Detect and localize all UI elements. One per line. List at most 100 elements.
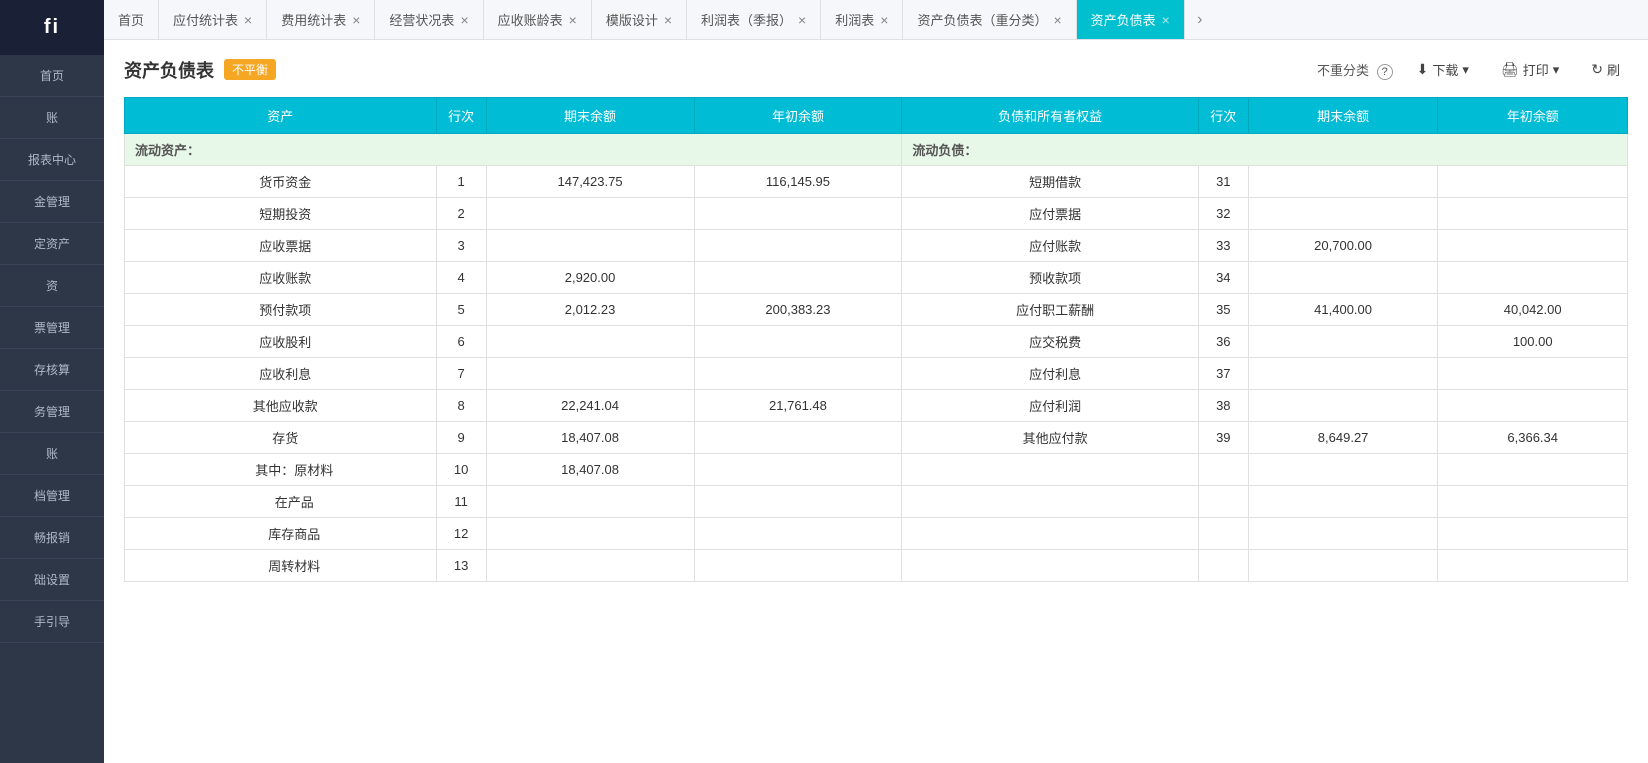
right-end-balance[interactable]: 8,649.27 (1248, 422, 1438, 454)
sidebar-item-tax[interactable]: 务管理 (0, 391, 104, 433)
left-end-balance[interactable] (486, 358, 694, 390)
right-end-balance[interactable]: 41,400.00 (1248, 294, 1438, 326)
tab-close-profit[interactable]: × (880, 12, 888, 28)
left-name-cell[interactable]: 其中：原材料 (125, 454, 437, 486)
tab-balance-reclassify[interactable]: 资产负债表（重分类） × (903, 0, 1076, 40)
sidebar-item-settings[interactable]: 础设置 (0, 559, 104, 601)
right-end-balance[interactable]: 20,700.00 (1248, 230, 1438, 262)
left-end-balance[interactable]: 22,241.04 (486, 390, 694, 422)
tab-payable-stat[interactable]: 应付统计表 × (159, 0, 267, 40)
right-name-cell[interactable]: 应付利润 (902, 390, 1198, 422)
left-name-cell[interactable]: 库存商品 (125, 518, 437, 550)
left-name-cell[interactable]: 其他应收款 (125, 390, 437, 422)
left-name-cell[interactable]: 应收账款 (125, 262, 437, 294)
left-name-cell[interactable]: 存货 (125, 422, 437, 454)
left-begin-balance[interactable] (694, 486, 902, 518)
right-begin-balance[interactable]: 6,366.34 (1438, 422, 1628, 454)
tab-expense-stat[interactable]: 费用统计表 × (267, 0, 375, 40)
left-begin-balance[interactable] (694, 422, 902, 454)
right-begin-balance[interactable] (1438, 390, 1628, 422)
sidebar-item-guide[interactable]: 手引导 (0, 601, 104, 643)
download-btn[interactable]: ⬇ 下载 ▾ (1409, 56, 1477, 83)
tab-template[interactable]: 模版设计 × (592, 0, 687, 40)
sidebar-item-home[interactable]: 首页 (0, 55, 104, 97)
right-name-cell[interactable] (902, 454, 1198, 486)
right-name-cell[interactable] (902, 518, 1198, 550)
left-end-balance[interactable]: 2,920.00 (486, 262, 694, 294)
left-end-balance[interactable]: 18,407.08 (486, 454, 694, 486)
right-begin-balance[interactable] (1438, 454, 1628, 486)
left-end-balance[interactable]: 147,423.75 (486, 166, 694, 198)
right-end-balance[interactable] (1248, 486, 1438, 518)
sidebar-item-ledger[interactable]: 账 (0, 97, 104, 139)
right-end-balance[interactable] (1248, 166, 1438, 198)
left-begin-balance[interactable] (694, 518, 902, 550)
refresh-btn[interactable]: ↻ 刷 (1583, 56, 1628, 83)
sidebar-item-fixed-assets[interactable]: 定资产 (0, 223, 104, 265)
right-name-cell[interactable] (902, 486, 1198, 518)
right-name-cell[interactable]: 应交税费 (902, 326, 1198, 358)
tab-profit-quarterly[interactable]: 利润表（季报） × (687, 0, 821, 40)
left-begin-balance[interactable] (694, 550, 902, 582)
left-begin-balance[interactable] (694, 454, 902, 486)
left-name-cell[interactable]: 预付款项 (125, 294, 437, 326)
right-begin-balance[interactable] (1438, 486, 1628, 518)
right-end-balance[interactable] (1248, 454, 1438, 486)
tab-close-balance[interactable]: × (1162, 12, 1170, 28)
left-name-cell[interactable]: 在产品 (125, 486, 437, 518)
tab-close-receivable-age[interactable]: × (569, 12, 577, 28)
left-end-balance[interactable]: 18,407.08 (486, 422, 694, 454)
left-begin-balance[interactable] (694, 262, 902, 294)
no-classify-btn[interactable]: 不重分类 ? (1317, 60, 1393, 80)
right-name-cell[interactable]: 预收款项 (902, 262, 1198, 294)
sidebar-item-expense[interactable]: 畅报销 (0, 517, 104, 559)
right-end-balance[interactable] (1248, 262, 1438, 294)
tab-close-payable-stat[interactable]: × (244, 12, 252, 28)
print-btn[interactable]: 🖨 打印 ▾ (1493, 56, 1567, 83)
right-begin-balance[interactable] (1438, 230, 1628, 262)
right-name-cell[interactable]: 其他应付款 (902, 422, 1198, 454)
right-name-cell[interactable]: 短期借款 (902, 166, 1198, 198)
right-name-cell[interactable]: 应付职工薪酬 (902, 294, 1198, 326)
sidebar-item-report-center[interactable]: 报表中心 (0, 139, 104, 181)
right-begin-balance[interactable]: 100.00 (1438, 326, 1628, 358)
left-begin-balance[interactable]: 21,761.48 (694, 390, 902, 422)
left-name-cell[interactable]: 应收股利 (125, 326, 437, 358)
sidebar-item-inventory[interactable]: 存核算 (0, 349, 104, 391)
left-begin-balance[interactable] (694, 230, 902, 262)
tab-operation[interactable]: 经营状况表 × (375, 0, 483, 40)
right-end-balance[interactable] (1248, 326, 1438, 358)
tab-close-template[interactable]: × (664, 12, 672, 28)
left-begin-balance[interactable]: 116,145.95 (694, 166, 902, 198)
left-begin-balance[interactable] (694, 326, 902, 358)
tab-close-expense-stat[interactable]: × (352, 12, 360, 28)
help-icon[interactable]: ? (1377, 64, 1393, 80)
tab-close-operation[interactable]: × (460, 12, 468, 28)
left-end-balance[interactable] (486, 198, 694, 230)
left-name-cell[interactable]: 周转材料 (125, 550, 437, 582)
left-name-cell[interactable]: 货币资金 (125, 166, 437, 198)
sidebar-item-capital[interactable]: 资 (0, 265, 104, 307)
tab-balance[interactable]: 资产负债表 × (1077, 0, 1185, 40)
sidebar-item-fund[interactable]: 金管理 (0, 181, 104, 223)
right-begin-balance[interactable]: 40,042.00 (1438, 294, 1628, 326)
left-name-cell[interactable]: 应收利息 (125, 358, 437, 390)
left-name-cell[interactable]: 短期投资 (125, 198, 437, 230)
right-end-balance[interactable] (1248, 198, 1438, 230)
right-begin-balance[interactable] (1438, 262, 1628, 294)
tab-receivable-age[interactable]: 应收账龄表 × (484, 0, 592, 40)
left-end-balance[interactable] (486, 230, 694, 262)
right-name-cell[interactable]: 应付票据 (902, 198, 1198, 230)
sidebar-item-archive[interactable]: 档管理 (0, 475, 104, 517)
right-name-cell[interactable] (902, 550, 1198, 582)
tab-close-balance-reclassify[interactable]: × (1053, 12, 1061, 28)
right-begin-balance[interactable] (1438, 166, 1628, 198)
sidebar-item-bill[interactable]: 票管理 (0, 307, 104, 349)
tab-scroll-right[interactable]: › (1185, 11, 1215, 29)
left-begin-balance[interactable] (694, 198, 902, 230)
right-name-cell[interactable]: 应付利息 (902, 358, 1198, 390)
left-end-balance[interactable] (486, 326, 694, 358)
left-end-balance[interactable] (486, 518, 694, 550)
sidebar-item-account[interactable]: 账 (0, 433, 104, 475)
left-end-balance[interactable] (486, 550, 694, 582)
